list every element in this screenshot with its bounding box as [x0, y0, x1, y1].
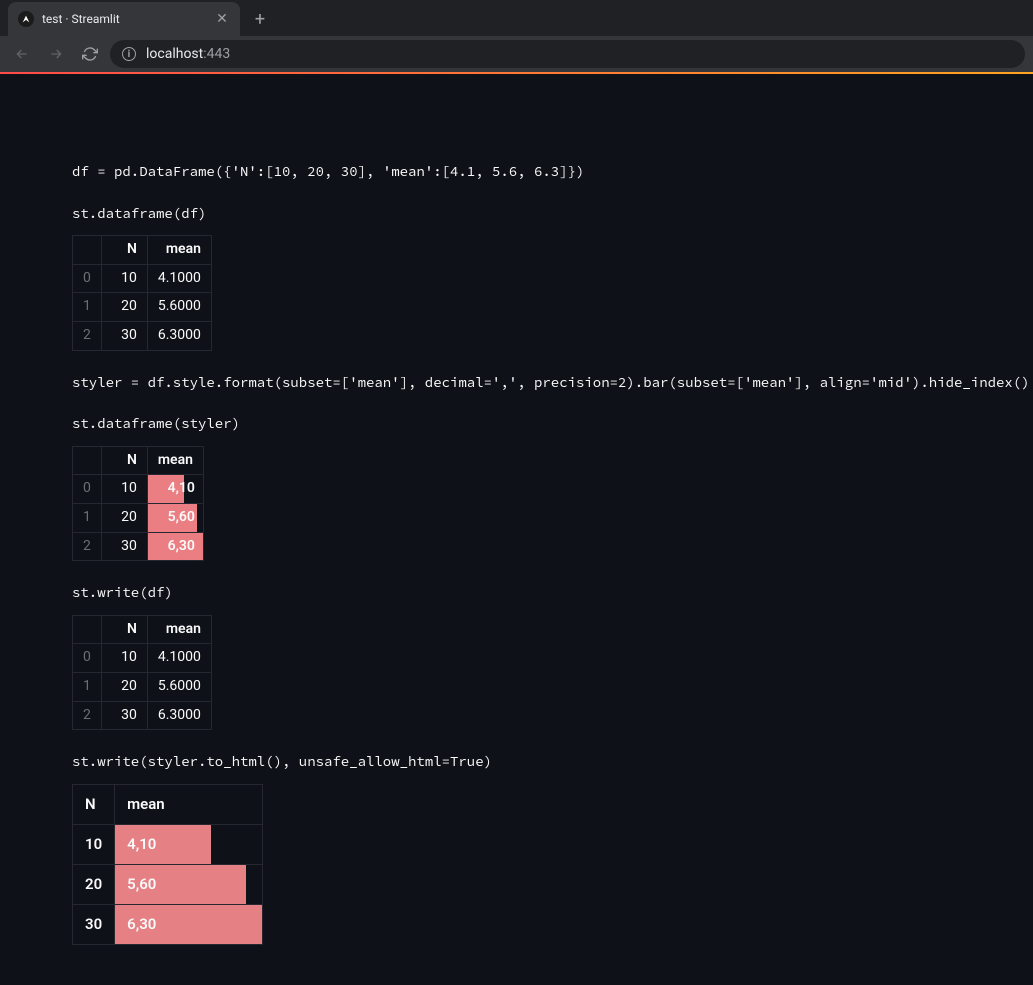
code-line-1: df = pd.DataFrame({'N':[10, 20, 30], 'me… — [72, 162, 961, 182]
streamlit-favicon — [18, 11, 34, 27]
table-row: 2 30 6.3000 — [73, 321, 212, 350]
col-header-mean: mean — [147, 236, 211, 265]
write-df-table[interactable]: N mean 0 10 4.1000 1 20 5.6000 2 30 6.30… — [72, 615, 212, 730]
browser-chrome: test · Streamlit ✕ + i localhost:443 — [0, 0, 1033, 72]
col-header-index — [73, 446, 102, 475]
col-header-index — [73, 236, 102, 265]
col-header-n: N — [101, 446, 147, 475]
bar-cell: 5,60 — [147, 503, 203, 532]
close-tab-button[interactable]: ✕ — [214, 11, 230, 27]
tab-bar: test · Streamlit ✕ + — [0, 0, 1033, 36]
col-header-n: N — [101, 615, 147, 644]
table-row: 20 5,60 — [73, 864, 263, 904]
col-header-mean: mean — [147, 446, 203, 475]
forward-button[interactable] — [42, 40, 70, 68]
new-tab-button[interactable]: + — [246, 5, 274, 33]
table-row: 0 10 4.1000 — [73, 644, 212, 673]
app-content: df = pd.DataFrame({'N':[10, 20, 30], 'me… — [0, 74, 1033, 985]
bar-cell: 6,30 — [115, 904, 263, 944]
url-port: :443 — [203, 46, 230, 62]
dataframe-table-1[interactable]: N mean 0 10 4.1000 1 20 5.6000 2 30 6.30… — [72, 235, 212, 350]
styler-html-table: N mean 10 4,10 20 5,60 30 — [72, 784, 263, 945]
table-row: 1 20 5,60 — [73, 503, 204, 532]
browser-tab[interactable]: test · Streamlit ✕ — [8, 2, 240, 36]
reload-button[interactable] — [76, 40, 104, 68]
col-header-mean: mean — [115, 784, 263, 824]
address-bar[interactable]: i localhost:443 — [110, 40, 1025, 68]
bar-cell: 4,10 — [147, 475, 203, 504]
col-header-n: N — [101, 236, 147, 265]
col-header-n: N — [73, 784, 115, 824]
code-line-2: st.dataframe(df) — [72, 204, 961, 224]
table-row: 2 30 6.3000 — [73, 701, 212, 730]
site-info-icon[interactable]: i — [122, 47, 136, 61]
address-bar-row: i localhost:443 — [0, 36, 1033, 72]
code-line-6: st.write(styler.to_html(), unsafe_allow_… — [72, 752, 961, 772]
code-line-5: st.write(df) — [72, 583, 961, 603]
code-line-4: st.dataframe(styler) — [72, 414, 961, 434]
bar-cell: 4,10 — [115, 824, 263, 864]
table-row: 2 30 6,30 — [73, 532, 204, 561]
table-row: 1 20 5.6000 — [73, 672, 212, 701]
table-row: 0 10 4,10 — [73, 475, 204, 504]
col-header-mean: mean — [147, 615, 211, 644]
table-row: 30 6,30 — [73, 904, 263, 944]
url-host: localhost — [146, 46, 203, 62]
bar-cell: 6,30 — [147, 532, 203, 561]
table-row: 0 10 4.1000 — [73, 264, 212, 293]
code-line-3: styler = df.style.format(subset=['mean']… — [72, 373, 961, 393]
table-row: 10 4,10 — [73, 824, 263, 864]
bar-cell: 5,60 — [115, 864, 263, 904]
tab-title: test · Streamlit — [42, 12, 206, 26]
col-header-index — [73, 615, 102, 644]
back-button[interactable] — [8, 40, 36, 68]
dataframe-styler-table[interactable]: N mean 0 10 4,10 1 20 5,60 2 — [72, 446, 204, 561]
table-row: 1 20 5.6000 — [73, 293, 212, 322]
